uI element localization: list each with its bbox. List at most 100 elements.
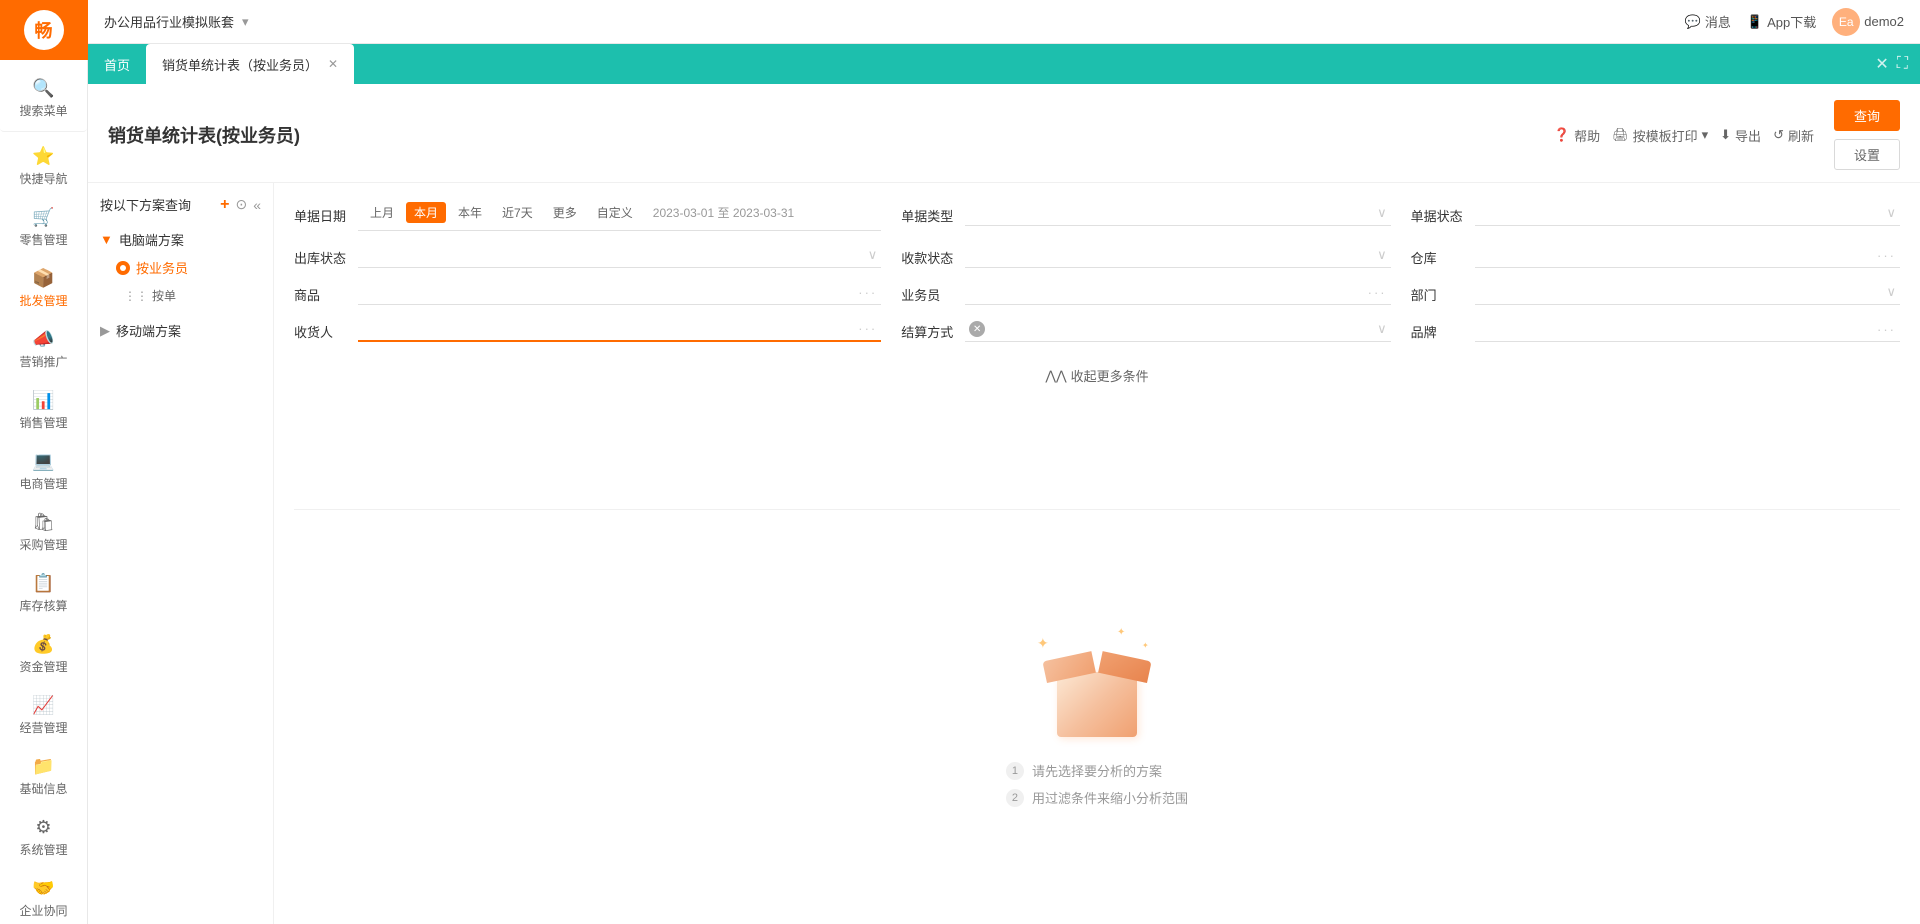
sidebar-item-quick-nav[interactable]: ⭐ 快捷导航 [0, 136, 87, 197]
dept-dropdown[interactable]: ∨ [1475, 284, 1900, 305]
collect-status-dropdown[interactable]: ∨ [965, 247, 1390, 268]
filter-body: 按以下方案查询 + ⊙ « ▼ 电脑端方案 [88, 183, 1920, 924]
sidebar-item-label: 企业协同 [19, 902, 67, 919]
scheme-add-icon[interactable]: + [220, 196, 229, 214]
brand-input[interactable]: ··· [1475, 322, 1900, 342]
sidebar-item-basic[interactable]: 📁 基础信息 [0, 746, 87, 807]
content-area: 销货单统计表(按业务员) ❓ 帮助 🖨 按模板打印 ▾ ⬇ 导出 [88, 84, 1920, 924]
sidebar-item-purchase[interactable]: 🛍 采购管理 [0, 502, 87, 563]
collapse-button[interactable]: ⋀⋀ 收起更多条件 [1045, 358, 1148, 393]
help-label: 帮助 [1574, 126, 1600, 145]
sidebar-item-marketing[interactable]: 📣 营销推广 [0, 319, 87, 380]
out-status-dropdown[interactable]: ∨ [358, 247, 881, 268]
staff-input[interactable]: ··· [965, 285, 1390, 305]
sidebar-item-label: 营销推广 [19, 353, 67, 370]
goods-label: 商品 [294, 285, 350, 304]
scheme-item-by-staff-label: 按业务员 [136, 258, 188, 277]
doc-status-chevron: ∨ [1886, 205, 1896, 221]
doc-type-chevron: ∨ [1377, 205, 1387, 221]
page-header: 销货单统计表(按业务员) ❓ 帮助 🖨 按模板打印 ▾ ⬇ 导出 [88, 84, 1920, 183]
receiver-label: 收货人 [294, 322, 350, 341]
export-icon: ⬇ [1720, 127, 1731, 143]
ecommerce-icon: 💻 [32, 451, 54, 472]
sub-icon: ⋮⋮ [124, 289, 148, 303]
refresh-button[interactable]: ↺ 刷新 [1773, 126, 1814, 145]
mobile-group-arrow-icon: ▶ [100, 323, 110, 339]
sidebar-item-label: 批发管理 [19, 292, 67, 309]
date-tab-more[interactable]: 更多 [545, 202, 585, 223]
sidebar-item-operations[interactable]: 📈 经营管理 [0, 685, 87, 746]
sidebar-item-search[interactable]: 🔍 搜索菜单 [0, 68, 87, 132]
active-dot [116, 261, 130, 275]
sidebar-item-sales[interactable]: 📊 销售管理 [0, 380, 87, 441]
print-button[interactable]: 🖨 按模板打印 ▾ [1612, 126, 1708, 145]
page-title: 销货单统计表(按业务员) [108, 122, 300, 148]
filter-field-doc-status: 单据状态 ∨ [1411, 205, 1900, 226]
scheme-settings-icon[interactable]: ⊙ [235, 196, 247, 213]
doc-status-dropdown[interactable]: ∨ [1475, 205, 1900, 226]
query-button[interactable]: 查询 [1834, 100, 1900, 131]
scheme-item-by-order[interactable]: ⋮⋮ 按单 [88, 282, 273, 309]
sidebar-item-retail[interactable]: 🛒 零售管理 [0, 197, 87, 258]
date-tab-7days[interactable]: 近7天 [494, 202, 541, 223]
app-download-label: App下载 [1767, 12, 1816, 31]
sidebar-item-finance[interactable]: 💰 资金管理 [0, 624, 87, 685]
date-input-wrapper[interactable]: 上月 本月 本年 近7天 更多 自定义 2023-03-01 至 2023-03… [358, 199, 881, 231]
dept-chevron: ∨ [1886, 284, 1896, 300]
refresh-icon: ↺ [1773, 127, 1784, 143]
sidebar-item-inventory[interactable]: 📋 库存核算 [0, 563, 87, 624]
tabbar: 首页 销货单统计表（按业务员） ✕ ✕ ⛶ [88, 44, 1920, 84]
app-download-button[interactable]: 📱 App下载 [1747, 12, 1816, 31]
payment-label: 结算方式 [901, 322, 957, 341]
scheme-collapse-icon[interactable]: « [253, 197, 261, 213]
tab-close-icon[interactable]: ✕ [328, 57, 338, 71]
tab-sales-stat[interactable]: 销货单统计表（按业务员） ✕ [146, 44, 354, 84]
window-maximize-icon[interactable]: ⛶ [1897, 55, 1908, 73]
sales-icon: 📊 [32, 390, 54, 411]
sidebar-item-wholesale[interactable]: 📦 批发管理 [0, 258, 87, 319]
scheme-item-by-staff[interactable]: 按业务员 [88, 253, 273, 282]
sidebar-item-system[interactable]: ⚙ 系统管理 [0, 807, 87, 868]
receiver-input[interactable]: ··· [358, 321, 881, 342]
breadcrumb-text: 办公用品行业模拟账套 [104, 12, 234, 31]
sidebar-item-label: 搜索菜单 [19, 102, 67, 119]
help-button[interactable]: ❓ 帮助 [1554, 126, 1600, 145]
filter-row-4: 收货人 ··· 结算方式 ✕ ∨ [294, 321, 1900, 342]
settings-button[interactable]: 设置 [1834, 139, 1900, 170]
payment-tag-close[interactable]: ✕ [969, 321, 985, 337]
app-logo: 畅 [0, 0, 88, 60]
filter-field-staff: 业务员 ··· [901, 285, 1390, 305]
date-tab-this-month[interactable]: 本月 [406, 202, 446, 223]
sidebar-item-corp[interactable]: 🤝 企业协同 [0, 868, 87, 924]
user-profile[interactable]: Ea demo2 [1832, 8, 1904, 36]
window-close-icon[interactable]: ✕ [1875, 54, 1888, 74]
payment-input[interactable]: ✕ ∨ [965, 321, 1390, 342]
sidebar-item-ecommerce[interactable]: 💻 电商管理 [0, 441, 87, 502]
scheme-header-actions: + ⊙ « [220, 196, 261, 214]
empty-illustration: ✦ ✦ ✦ [1027, 627, 1167, 737]
date-tab-this-year[interactable]: 本年 [450, 202, 490, 223]
breadcrumb-dropdown-icon[interactable]: ▾ [242, 14, 249, 30]
goods-input[interactable]: ··· [358, 285, 881, 305]
sidebar-item-label: 采购管理 [19, 536, 67, 553]
retail-icon: 🛒 [32, 207, 54, 228]
scheme-header: 按以下方案查询 + ⊙ « [88, 195, 273, 222]
scheme-sidebar: 按以下方案查询 + ⊙ « ▼ 电脑端方案 [88, 183, 274, 924]
print-dropdown-icon: ▾ [1702, 127, 1709, 143]
scheme-group-pc-title[interactable]: ▼ 电脑端方案 [88, 226, 273, 253]
message-button[interactable]: 💬 消息 [1685, 12, 1731, 31]
scheme-group-mobile-title[interactable]: ▶ 移动端方案 [88, 317, 273, 344]
date-tab-custom[interactable]: 自定义 [589, 202, 641, 223]
marketing-icon: 📣 [32, 329, 54, 350]
export-button[interactable]: ⬇ 导出 [1720, 126, 1761, 145]
doc-type-dropdown[interactable]: ∨ [965, 205, 1390, 226]
box-body [1057, 672, 1137, 737]
date-tab-last-month[interactable]: 上月 [362, 202, 402, 223]
sidebar-item-label: 资金管理 [19, 658, 67, 675]
topbar-right: 💬 消息 📱 App下载 Ea demo2 [1685, 8, 1904, 36]
sparkle-2: ✦ [1117, 627, 1125, 638]
tab-home[interactable]: 首页 [88, 44, 146, 84]
system-icon: ⚙ [35, 817, 51, 838]
warehouse-input[interactable]: ··· [1475, 248, 1900, 268]
logo-icon: 畅 [24, 10, 64, 50]
